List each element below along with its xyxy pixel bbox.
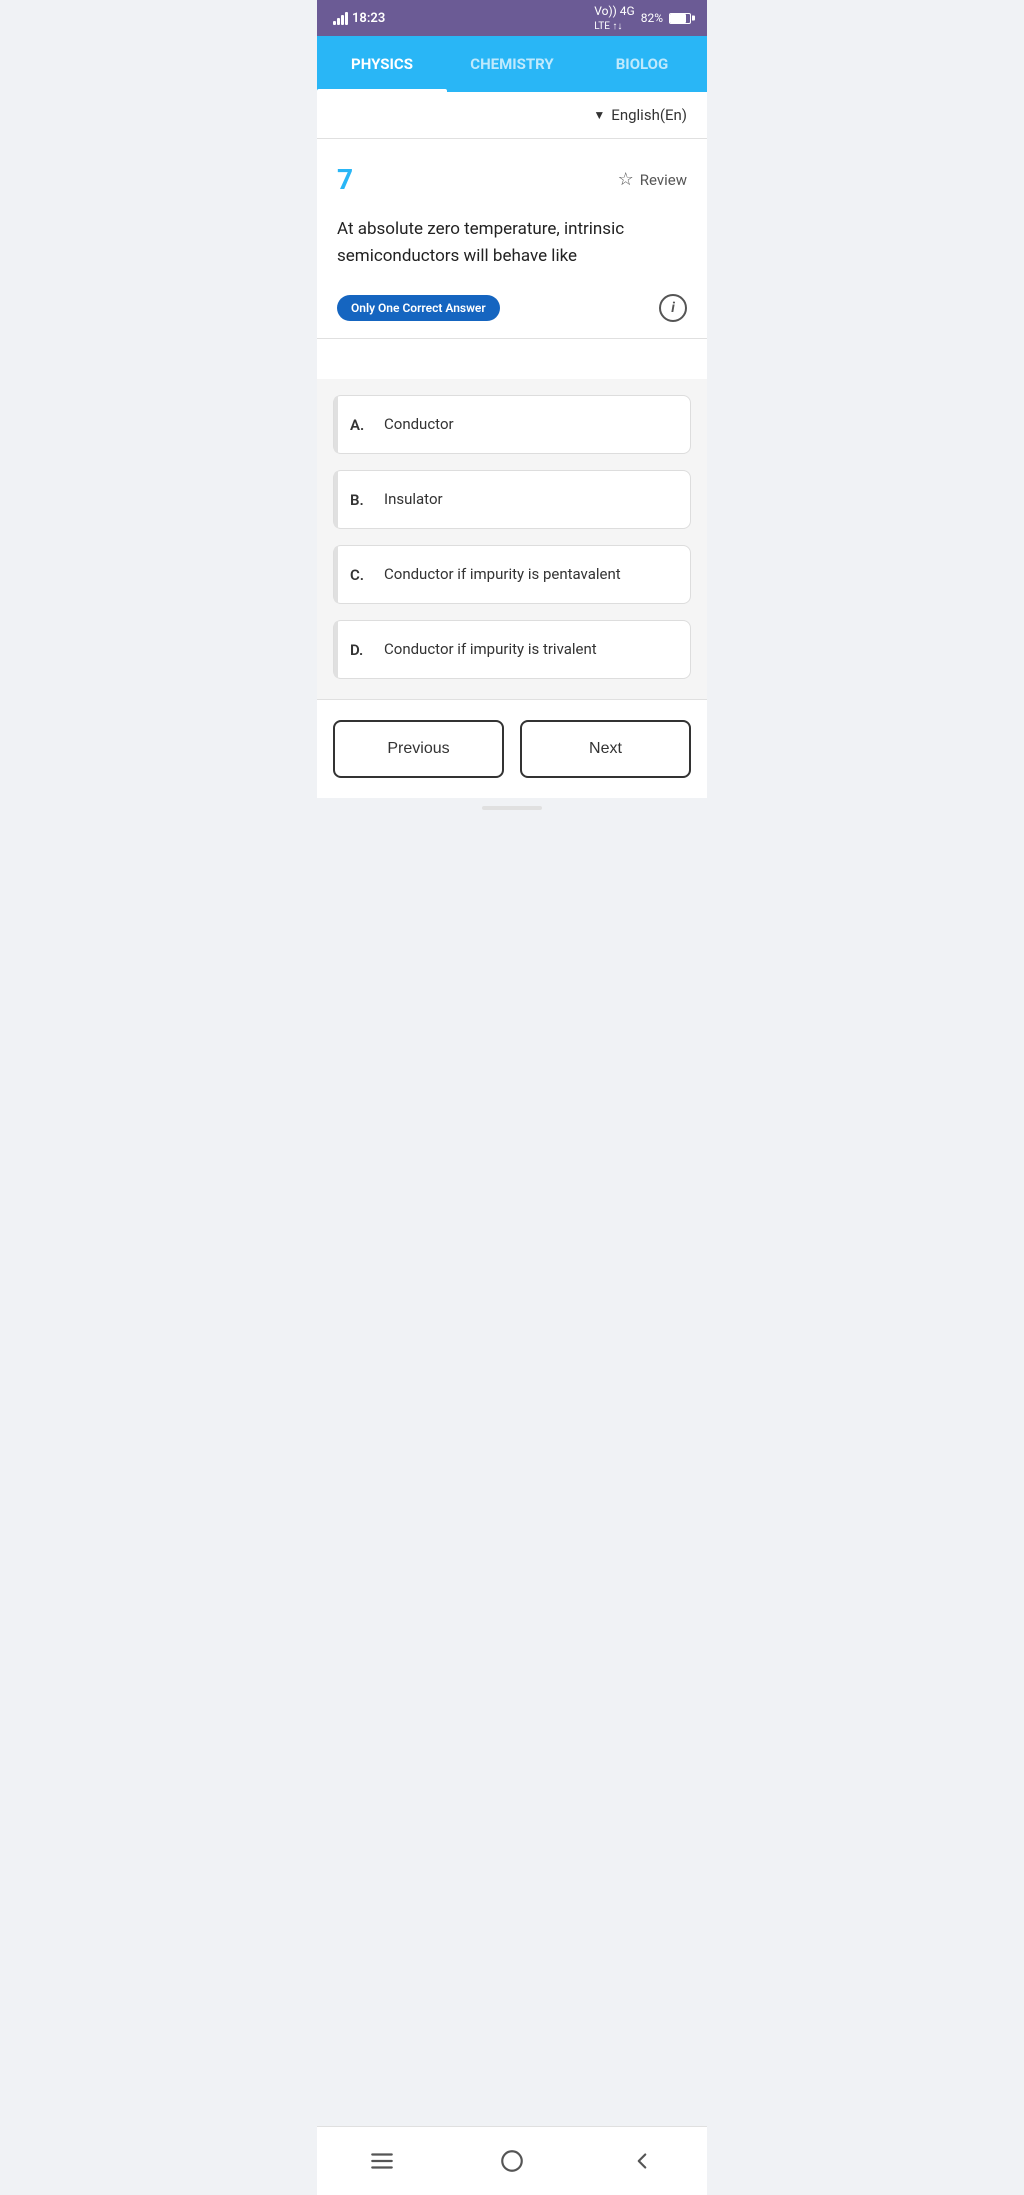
question-number: 7 — [337, 163, 353, 196]
option-c-label: C. — [350, 566, 370, 584]
question-header: 7 ☆ Review — [337, 163, 687, 196]
navigation-buttons: Previous Next — [317, 699, 707, 798]
status-time: 18:23 — [352, 11, 385, 26]
menu-icon — [369, 2148, 395, 2174]
language-dropdown[interactable]: ▼ English(En) — [593, 106, 687, 124]
status-right: Vo)) 4GLTE ↑↓ 82% — [594, 4, 691, 32]
option-a-text: Conductor — [384, 414, 454, 435]
signal-icon — [333, 11, 348, 25]
network-label: Vo)) 4GLTE ↑↓ — [594, 4, 634, 32]
status-time-signal: 18:23 — [333, 11, 385, 26]
language-selector-bar: ▼ English(En) — [317, 92, 707, 139]
chevron-down-icon: ▼ — [593, 108, 605, 122]
options-area: A. Conductor B. Insulator C. Conductor i… — [317, 379, 707, 699]
tab-bar: PHYSICS CHEMISTRY BIOLOG — [317, 36, 707, 92]
battery-percent: 82% — [641, 11, 663, 25]
tab-biology-label: BIOLOG — [616, 55, 669, 73]
back-icon — [629, 2148, 655, 2174]
option-c-text: Conductor if impurity is pentavalent — [384, 564, 621, 585]
question-area: 7 ☆ Review At absolute zero temperature,… — [317, 139, 707, 379]
option-a[interactable]: A. Conductor — [333, 395, 691, 454]
tab-chemistry[interactable]: CHEMISTRY — [447, 36, 577, 92]
tab-physics[interactable]: PHYSICS — [317, 36, 447, 92]
option-a-label: A. — [350, 416, 370, 434]
bottom-spacer — [317, 810, 707, 890]
menu-button[interactable] — [362, 2141, 402, 2181]
previous-button[interactable]: Previous — [333, 720, 504, 778]
badge-row: Only One Correct Answer i — [337, 294, 687, 322]
bottom-nav-bar — [317, 2126, 707, 2195]
option-b-text: Insulator — [384, 489, 443, 510]
review-label: Review — [640, 171, 687, 189]
review-button[interactable]: ☆ Review — [618, 169, 687, 190]
language-label: English(En) — [611, 106, 687, 124]
divider — [317, 338, 707, 339]
home-icon — [499, 2148, 525, 2174]
answer-type-badge: Only One Correct Answer — [337, 295, 500, 321]
info-icon-label: i — [671, 300, 675, 316]
home-button[interactable] — [492, 2141, 532, 2181]
tab-biology[interactable]: BIOLOG — [577, 36, 707, 92]
question-text: At absolute zero temperature, intrinsic … — [337, 216, 687, 270]
option-c[interactable]: C. Conductor if impurity is pentavalent — [333, 545, 691, 604]
option-d-text: Conductor if impurity is trivalent — [384, 639, 597, 660]
option-b-label: B. — [350, 491, 370, 509]
battery-icon — [669, 13, 691, 24]
star-icon: ☆ — [618, 169, 634, 190]
battery-fill — [670, 14, 686, 23]
option-d-label: D. — [350, 641, 370, 659]
status-bar: 18:23 Vo)) 4GLTE ↑↓ 82% — [317, 0, 707, 36]
option-b[interactable]: B. Insulator — [333, 470, 691, 529]
back-button[interactable] — [622, 2141, 662, 2181]
tab-chemistry-label: CHEMISTRY — [470, 55, 553, 73]
next-button[interactable]: Next — [520, 720, 691, 778]
info-icon[interactable]: i — [659, 294, 687, 322]
option-d[interactable]: D. Conductor if impurity is trivalent — [333, 620, 691, 679]
tab-physics-label: PHYSICS — [351, 55, 413, 73]
